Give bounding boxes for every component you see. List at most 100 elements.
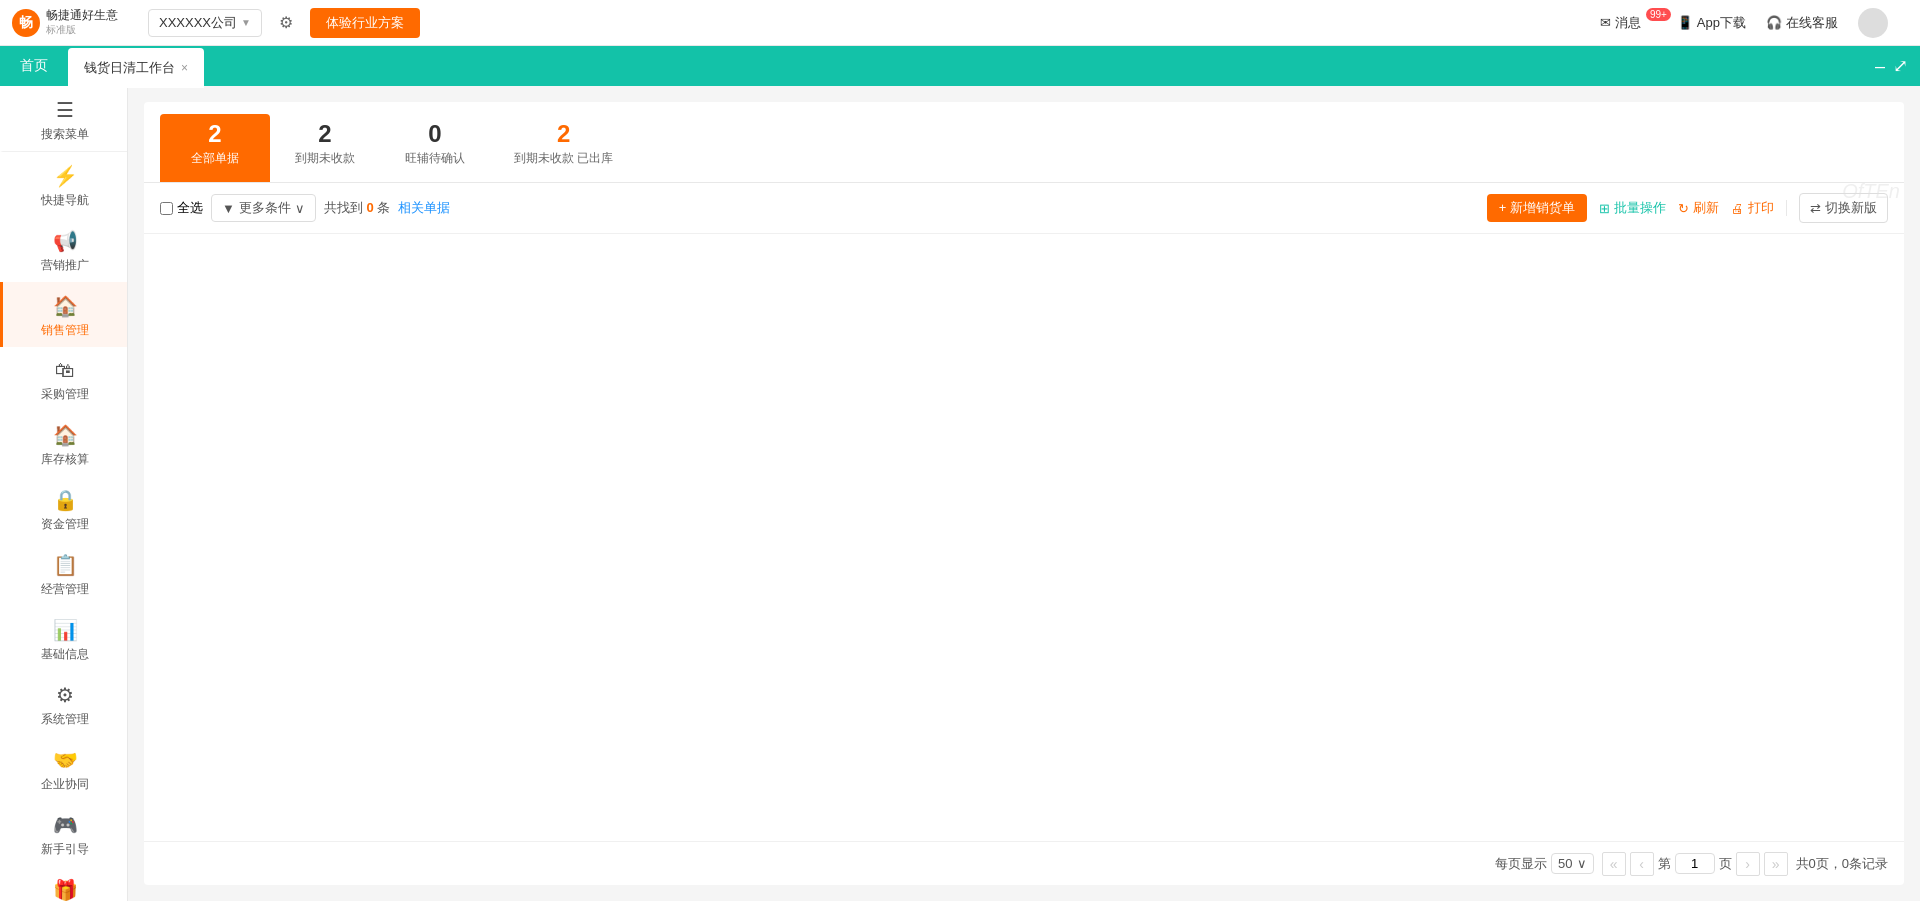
marketing-icon: 📢: [53, 229, 78, 253]
toolbar-left: 全选 ▼ 更多条件 ∨ 共找到 0 条 相关单据: [160, 194, 1479, 222]
stats-tab-all[interactable]: 2 全部单据: [160, 114, 270, 182]
tab-bar-right: – ⤢: [1875, 55, 1920, 77]
toolbar: 全选 ▼ 更多条件 ∨ 共找到 0 条 相关单据 + 新增销货单 ⊞ 批: [144, 183, 1904, 234]
app-download-button[interactable]: 📱 App下载: [1677, 14, 1746, 32]
select-all-label: 全选: [177, 199, 203, 217]
refresh-label: 刷新: [1693, 199, 1719, 217]
per-page-label: 每页显示: [1495, 855, 1547, 873]
tab-qianhuo[interactable]: 钱货日清工作台 ×: [68, 48, 204, 88]
enterprise-icon: 🤝: [53, 748, 78, 772]
found-prefix: 共找到: [324, 200, 363, 215]
sidebar-item-system[interactable]: ⚙ 系统管理: [0, 671, 127, 736]
per-page-arrow-icon: ∨: [1577, 856, 1587, 871]
quick-nav-icon: ⚡: [53, 164, 78, 188]
logo-text-block: 畅捷通好生意 标准版: [46, 8, 118, 38]
logo-line2: 标准版: [46, 23, 118, 37]
finance-icon: 🔒: [53, 488, 78, 512]
filter-button[interactable]: ▼ 更多条件 ∨: [211, 194, 316, 222]
stats-tab-overdue-shipped[interactable]: 2 到期未收款 已出库: [490, 114, 637, 182]
sidebar-item-search[interactable]: ☰ 搜索菜单: [0, 86, 127, 152]
stats-pending-num: 0: [428, 122, 441, 146]
filter-label: 更多条件: [239, 199, 291, 217]
appcenter-icon: 🎁: [53, 878, 78, 901]
tab-maximize-icon[interactable]: ⤢: [1893, 55, 1908, 77]
tab-minimize-icon[interactable]: –: [1875, 56, 1885, 77]
sidebar-item-appcenter[interactable]: 🎁 应用中心: [0, 866, 127, 901]
stats-pending-label: 旺辅待确认: [405, 150, 465, 167]
operations-icon: 📋: [53, 553, 78, 577]
sidebar: ☰ 搜索菜单 ⚡ 快捷导航 📢 营销推广 🏠 销售管理 🛍 采购管理 🏠 库存核…: [0, 86, 128, 901]
batch-label: 批量操作: [1614, 199, 1666, 217]
sidebar-item-purchase[interactable]: 🛍 采购管理: [0, 347, 127, 411]
switch-version-button[interactable]: ⇄ 切换新版: [1799, 193, 1888, 223]
sidebar-search-label: 搜索菜单: [41, 126, 89, 143]
company-selector[interactable]: XXXXXX公司 ▼: [148, 9, 262, 37]
sidebar-marketing-label: 营销推广: [41, 257, 89, 274]
sidebar-item-guide[interactable]: 🎮 新手引导: [0, 801, 127, 866]
message-button[interactable]: ✉ 消息 99+: [1600, 14, 1657, 32]
found-unit: 条: [377, 200, 390, 215]
message-badge: 99+: [1646, 8, 1671, 21]
select-all-input[interactable]: [160, 202, 173, 215]
top-header: 畅 畅捷通好生意 标准版 XXXXXX公司 ▼ ⚙ 体验行业方案 ✉ 消息 99…: [0, 0, 1920, 46]
print-button[interactable]: 🖨 打印: [1731, 199, 1774, 217]
stats-overdue-label: 到期未收款: [295, 150, 355, 167]
batch-op-button[interactable]: ⊞ 批量操作: [1599, 199, 1666, 217]
sidebar-finance-label: 资金管理: [41, 516, 89, 533]
sidebar-system-label: 系统管理: [41, 711, 89, 728]
page-number-input[interactable]: [1675, 853, 1715, 874]
avatar[interactable]: [1858, 8, 1888, 38]
stats-os-label: 到期未收款 已出库: [514, 150, 613, 167]
toolbar-divider: [1786, 200, 1787, 216]
stats-tab-overdue[interactable]: 2 到期未收款: [270, 114, 380, 182]
sidebar-item-quicknav[interactable]: ⚡ 快捷导航: [0, 152, 127, 217]
last-page-button[interactable]: »: [1764, 852, 1788, 876]
next-page-button[interactable]: ›: [1736, 852, 1760, 876]
sidebar-enterprise-label: 企业协同: [41, 776, 89, 793]
sidebar-quicknav-label: 快捷导航: [41, 192, 89, 209]
select-all-checkbox[interactable]: 全选: [160, 199, 203, 217]
sidebar-item-operations[interactable]: 📋 经营管理: [0, 541, 127, 606]
sidebar-item-sales[interactable]: 🏠 销售管理: [0, 282, 127, 347]
sales-icon: 🏠: [53, 294, 78, 318]
sidebar-item-enterprise[interactable]: 🤝 企业协同: [0, 736, 127, 801]
online-service-label: 在线客服: [1786, 14, 1838, 32]
sidebar-item-marketing[interactable]: 📢 营销推广: [0, 217, 127, 282]
total-records-label: 共0页，0条记录: [1796, 855, 1888, 873]
sidebar-item-inventory[interactable]: 🏠 库存核算: [0, 411, 127, 476]
found-text: 共找到 0 条: [324, 199, 390, 217]
tab-close-icon[interactable]: ×: [181, 61, 188, 75]
system-icon: ⚙: [56, 683, 74, 707]
tab-qianhuo-label: 钱货日清工作台: [84, 59, 175, 77]
filter-icon: ▼: [222, 201, 235, 216]
sidebar-basicinfo-label: 基础信息: [41, 646, 89, 663]
stats-os-num: 2: [557, 122, 570, 146]
headset-icon: 🎧: [1766, 15, 1782, 30]
settings-button[interactable]: ⚙: [270, 7, 302, 39]
sidebar-item-finance[interactable]: 🔒 资金管理: [0, 476, 127, 541]
sidebar-item-basicinfo[interactable]: 📊 基础信息: [0, 606, 127, 671]
sidebar-sales-label: 销售管理: [41, 322, 89, 339]
stats-tab-pending[interactable]: 0 旺辅待确认: [380, 114, 490, 182]
first-page-button[interactable]: «: [1602, 852, 1626, 876]
purchase-icon: 🛍: [55, 359, 75, 382]
sidebar-purchase-label: 采购管理: [41, 386, 89, 403]
new-sales-order-button[interactable]: + 新增销货单: [1487, 194, 1587, 222]
logo-line1: 畅捷通好生意: [46, 8, 118, 24]
page-size-selector: 每页显示 50 ∨: [1495, 853, 1593, 874]
basicinfo-icon: 📊: [53, 618, 78, 642]
content-card: 2 全部单据 2 到期未收款 0 旺辅待确认 2 到期未收款 已出库 全选: [144, 102, 1904, 885]
stats-all-num: 2: [208, 122, 221, 146]
trial-button[interactable]: 体验行业方案: [310, 8, 420, 38]
filter-arrow-icon: ∨: [295, 201, 305, 216]
online-service-button[interactable]: 🎧 在线客服: [1766, 14, 1838, 32]
company-arrow-icon: ▼: [241, 17, 251, 28]
page-size-box[interactable]: 50 ∨: [1551, 853, 1593, 874]
prev-page-button[interactable]: ‹: [1630, 852, 1654, 876]
header-right: ✉ 消息 99+ 📱 App下载 🎧 在线客服: [1600, 8, 1908, 38]
tab-home[interactable]: 首页: [0, 46, 68, 86]
related-orders-link[interactable]: 相关单据: [398, 199, 450, 217]
stats-tabs: 2 全部单据 2 到期未收款 0 旺辅待确认 2 到期未收款 已出库: [144, 102, 1904, 183]
per-page-value: 50: [1558, 856, 1572, 871]
refresh-button[interactable]: ↻ 刷新: [1678, 199, 1719, 217]
